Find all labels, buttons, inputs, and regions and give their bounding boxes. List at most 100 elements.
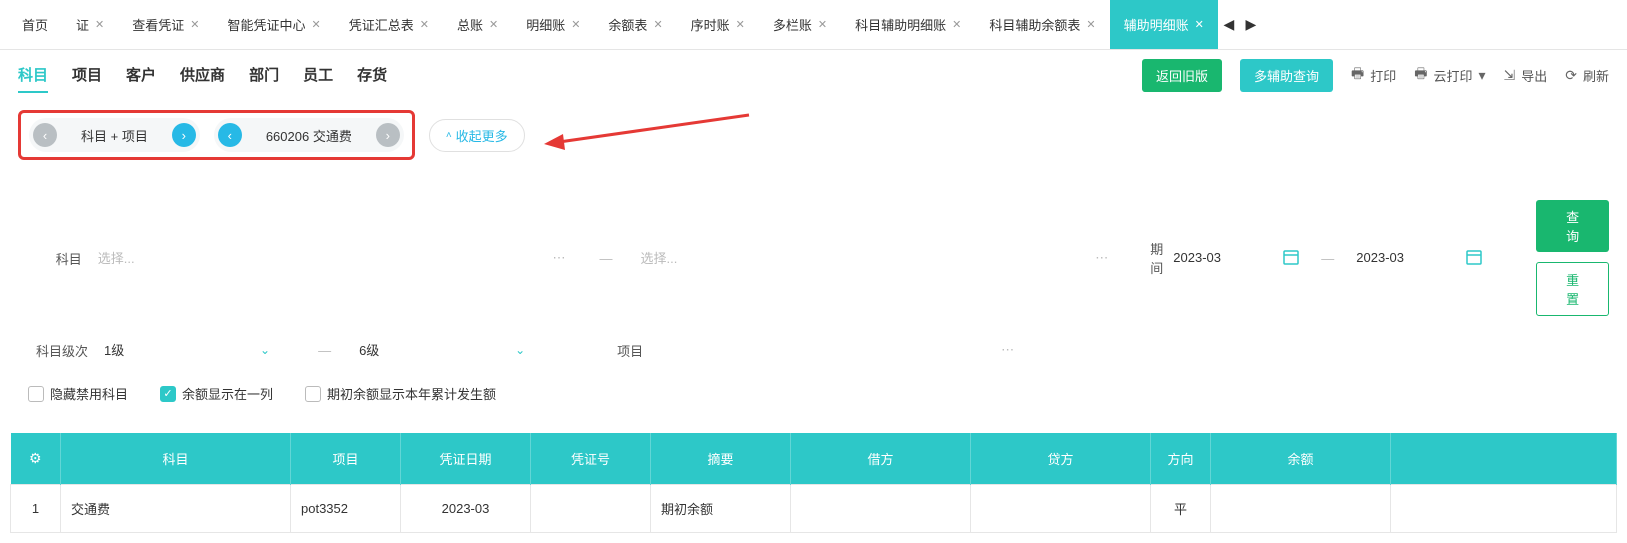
subject-to-select[interactable]: 选择... bbox=[641, 244, 821, 272]
close-icon[interactable]: ✕ bbox=[420, 18, 429, 31]
ellipsis-icon[interactable]: ⋯ bbox=[995, 342, 1020, 358]
filter-form: 科目 选择... ⋯ — 选择... ⋯ 期间 2023-03 — 2023-0… bbox=[0, 170, 1627, 433]
print-label: 打印 bbox=[1370, 66, 1396, 85]
dim-supplier[interactable]: 供应商 bbox=[180, 58, 225, 93]
tab-scroll-left[interactable]: ◀ bbox=[1218, 16, 1240, 33]
refresh-label: 刷新 bbox=[1583, 66, 1609, 85]
dim-project[interactable]: 项目 bbox=[72, 58, 102, 93]
checkbox-label: 余额显示在一列 bbox=[182, 384, 273, 403]
close-icon[interactable]: ✕ bbox=[1086, 18, 1095, 31]
level-from-select[interactable]: 1级 bbox=[104, 336, 224, 364]
refresh-button[interactable]: ⟳ 刷新 bbox=[1565, 66, 1609, 85]
tab-subject-aux-balance[interactable]: 科目辅助余额表 ✕ bbox=[975, 0, 1109, 49]
refresh-icon: ⟳ bbox=[1565, 67, 1577, 84]
highlight-annotation: ‹ 科目 + 项目 › ‹ 660206 交通费 › bbox=[18, 110, 415, 160]
tab-label: 科目辅助明细账 bbox=[855, 15, 946, 34]
printer-icon: 🖶 bbox=[1351, 63, 1364, 87]
dimension-nav: 科目 项目 客户 供应商 部门 员工 存货 bbox=[18, 58, 387, 93]
cloud-print-icon: 🖶 bbox=[1414, 63, 1427, 87]
col-direction: 方向 bbox=[1151, 433, 1211, 485]
close-icon[interactable]: ✕ bbox=[571, 18, 580, 31]
ellipsis-icon[interactable]: ⋯ bbox=[1089, 250, 1114, 266]
pill-subject-project[interactable]: ‹ 科目 + 项目 › bbox=[29, 118, 200, 152]
tab-subject-aux-detail[interactable]: 科目辅助明细账 ✕ bbox=[841, 0, 975, 49]
print-button[interactable]: 🖶 打印 bbox=[1351, 63, 1396, 87]
export-icon: ⇲ bbox=[1504, 67, 1516, 84]
reset-button[interactable]: 重置 bbox=[1536, 262, 1609, 316]
dim-department[interactable]: 部门 bbox=[249, 58, 279, 93]
cell-subject: 交通费 bbox=[61, 485, 291, 533]
tab-multi-column[interactable]: 多栏账 ✕ bbox=[759, 0, 841, 49]
calendar-icon[interactable] bbox=[1466, 249, 1482, 268]
pill-filter-row: ‹ 科目 + 项目 › ‹ 660206 交通费 › ˄ 收起更多 bbox=[0, 100, 1627, 170]
period-label: 期间 bbox=[1146, 239, 1163, 277]
tab-label: 查看凭证 bbox=[132, 15, 184, 34]
tab-balance-sheet[interactable]: 余额表 ✕ bbox=[594, 0, 676, 49]
cloud-print-button[interactable]: 🖶 云打印 ▾ bbox=[1414, 63, 1485, 87]
chevron-left-icon[interactable]: ‹ bbox=[33, 123, 57, 147]
dim-subject[interactable]: 科目 bbox=[18, 58, 48, 93]
column-settings[interactable]: ⚙ bbox=[11, 433, 61, 485]
tab-label: 科目辅助余额表 bbox=[989, 15, 1080, 34]
close-icon[interactable]: ✕ bbox=[489, 18, 498, 31]
cell-project: pot3352 bbox=[291, 485, 401, 533]
dim-employee[interactable]: 员工 bbox=[303, 58, 333, 93]
checkbox-icon bbox=[28, 386, 44, 402]
dim-inventory[interactable]: 存货 bbox=[357, 58, 387, 93]
dim-customer[interactable]: 客户 bbox=[126, 58, 156, 93]
tab-journal[interactable]: 序时账 ✕ bbox=[677, 0, 759, 49]
chevron-down-icon[interactable]: ⌄ bbox=[495, 343, 545, 357]
query-button[interactable]: 查询 bbox=[1536, 200, 1609, 252]
checkbox-row: 隐藏禁用科目 ✓ 余额显示在一列 期初余额显示本年累计发生额 bbox=[18, 384, 1609, 403]
tab-general-ledger[interactable]: 总账 ✕ bbox=[443, 0, 512, 49]
pill-account-660206[interactable]: ‹ 660206 交通费 › bbox=[214, 118, 404, 152]
col-subject: 科目 bbox=[61, 433, 291, 485]
opening-ytd-checkbox[interactable]: 期初余额显示本年累计发生额 bbox=[305, 384, 496, 403]
balance-one-col-checkbox[interactable]: ✓ 余额显示在一列 bbox=[160, 384, 273, 403]
close-icon[interactable]: ✕ bbox=[653, 18, 662, 31]
ellipsis-icon[interactable]: ⋯ bbox=[547, 250, 572, 266]
project-label: 项目 bbox=[617, 341, 643, 360]
tab-voucher[interactable]: 证 ✕ bbox=[62, 0, 118, 49]
close-icon[interactable]: ✕ bbox=[736, 18, 745, 31]
close-icon[interactable]: ✕ bbox=[312, 18, 321, 31]
query-buttons: 查询 重置 bbox=[1536, 200, 1609, 316]
close-icon[interactable]: ✕ bbox=[1195, 18, 1204, 31]
collapse-more-button[interactable]: ˄ 收起更多 bbox=[429, 119, 525, 152]
hide-disabled-checkbox[interactable]: 隐藏禁用科目 bbox=[28, 384, 128, 403]
table-row[interactable]: 1 交通费 pot3352 2023-03 期初余额 平 bbox=[11, 485, 1617, 533]
tab-home[interactable]: 首页 bbox=[8, 0, 62, 49]
range-separator: — bbox=[588, 251, 625, 266]
range-separator: — bbox=[1309, 251, 1346, 266]
close-icon[interactable]: ✕ bbox=[952, 18, 961, 31]
cell-debit bbox=[791, 485, 971, 533]
chevron-down-icon: ▾ bbox=[1478, 67, 1485, 84]
chevron-right-icon[interactable]: › bbox=[376, 123, 400, 147]
chevron-left-icon[interactable]: ‹ bbox=[218, 123, 242, 147]
tab-label: 明细账 bbox=[526, 15, 565, 34]
tab-view-voucher[interactable]: 查看凭证 ✕ bbox=[118, 0, 213, 49]
close-icon[interactable]: ✕ bbox=[818, 18, 827, 31]
tab-label: 序时账 bbox=[691, 15, 730, 34]
chevron-right-icon[interactable]: › bbox=[172, 123, 196, 147]
col-date: 凭证日期 bbox=[401, 433, 531, 485]
tab-scroll-right[interactable]: ▶ bbox=[1240, 16, 1262, 33]
chevron-down-icon[interactable]: ⌄ bbox=[240, 343, 290, 357]
level-to-select[interactable]: 6级 bbox=[359, 336, 479, 364]
period-to-input[interactable]: 2023-03 bbox=[1356, 246, 1456, 270]
tab-detail-ledger[interactable]: 明细账 ✕ bbox=[512, 0, 594, 49]
close-icon[interactable]: ✕ bbox=[95, 18, 104, 31]
tab-smart-voucher-center[interactable]: 智能凭证中心 ✕ bbox=[213, 0, 334, 49]
cell-summary: 期初余额 bbox=[651, 485, 791, 533]
back-to-old-button[interactable]: 返回旧版 bbox=[1142, 59, 1222, 92]
subject-from-select[interactable]: 选择... bbox=[98, 244, 278, 272]
tab-voucher-summary[interactable]: 凭证汇总表 ✕ bbox=[335, 0, 443, 49]
project-select[interactable] bbox=[659, 346, 979, 355]
multi-aux-query-button[interactable]: 多辅助查询 bbox=[1240, 59, 1333, 92]
tab-aux-detail-ledger[interactable]: 辅助明细账 ✕ bbox=[1110, 0, 1218, 49]
export-button[interactable]: ⇲ 导出 bbox=[1504, 66, 1548, 85]
close-icon[interactable]: ✕ bbox=[190, 18, 199, 31]
period-from-input[interactable]: 2023-03 bbox=[1173, 246, 1273, 270]
calendar-icon[interactable] bbox=[1283, 249, 1299, 268]
checkbox-icon bbox=[305, 386, 321, 402]
